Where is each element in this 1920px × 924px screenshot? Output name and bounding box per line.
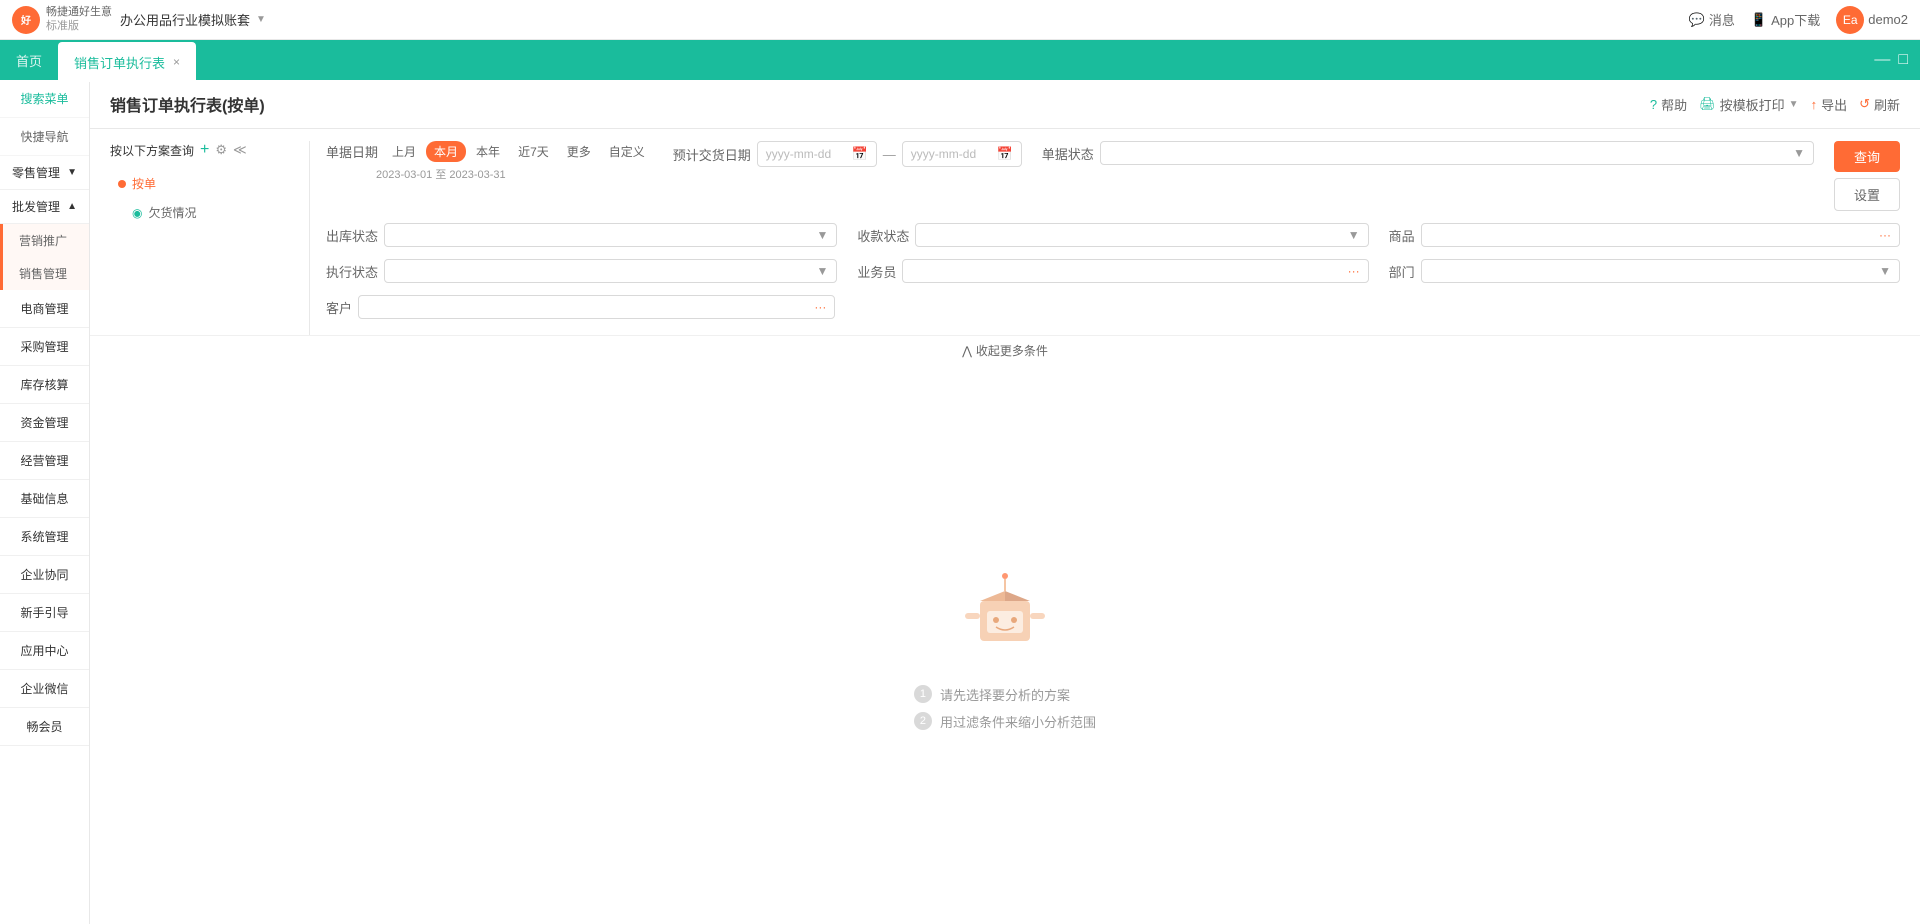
sidebar: 搜索菜单 快捷导航 零售管理 ▼ 批发管理 ▲ 营销推广 销售管理 电商管理 采… <box>0 80 90 924</box>
date-tab-this-year[interactable]: 本年 <box>468 141 508 162</box>
customer-label: 客户 <box>326 298 352 317</box>
help-icon: ? <box>1650 97 1657 112</box>
delivery-status-select[interactable]: ▼ <box>384 223 837 247</box>
scheme-settings-button[interactable]: ⚙ <box>215 142 227 158</box>
goods-label: 商品 <box>1389 226 1415 245</box>
expected-date-to[interactable]: yyyy-mm-dd 📅 <box>902 141 1022 167</box>
tab-home[interactable]: 首页 <box>0 40 58 80</box>
sidebar-wholesale-mgmt[interactable]: 批发管理 ▲ <box>0 190 89 224</box>
salesperson-dots-icon: ··· <box>1348 264 1360 278</box>
salesperson-label: 业务员 <box>857 262 896 281</box>
date-label: 单据日期 <box>326 142 378 161</box>
print-button[interactable]: 🖨 按模板打印 ▼ <box>1699 95 1798 114</box>
department-select[interactable]: ▼ <box>1421 259 1900 283</box>
tab-sales-order[interactable]: 销售订单执行表 × <box>58 42 196 82</box>
refresh-button[interactable]: ↺ 刷新 <box>1859 95 1900 114</box>
date-tab-prev-month[interactable]: 上月 <box>384 141 424 162</box>
print-icon: 🖨 <box>1699 96 1716 112</box>
sidebar-sales-mgmt[interactable]: 销售管理 <box>3 257 89 290</box>
empty-steps: 1 请先选择要分析的方案 2 用过滤条件来缩小分析范围 <box>914 685 1096 731</box>
collapse-filters-button[interactable]: ⋀ 收起更多条件 <box>962 342 1048 359</box>
sidebar-app-center[interactable]: 应用中心 <box>0 632 89 670</box>
payment-status-select[interactable]: ▼ <box>915 223 1368 247</box>
breadcrumb[interactable]: 办公用品行业模拟账套 ▼ <box>120 10 266 29</box>
app-name: 畅捷通好生意 标准版 <box>46 6 112 32</box>
payment-status-label: 收款状态 <box>857 226 909 245</box>
goods-dots-icon: ··· <box>1879 228 1891 242</box>
sidebar-retail-mgmt[interactable]: 零售管理 ▼ <box>0 156 89 190</box>
sidebar-enterprise[interactable]: 企业协同 <box>0 556 89 594</box>
sidebar-operations[interactable]: 经营管理 <box>0 442 89 480</box>
sidebar-inventory[interactable]: 库存核算 <box>0 366 89 404</box>
chevron-down-icon: ▼ <box>1793 146 1805 160</box>
sidebar-purchase[interactable]: 采购管理 <box>0 328 89 366</box>
payment-chevron-icon: ▼ <box>1348 228 1360 242</box>
app-logo: 好 <box>12 6 40 34</box>
refresh-icon: ↺ <box>1859 96 1870 112</box>
help-button[interactable]: ? 帮助 <box>1650 95 1687 114</box>
empty-step-2: 2 用过滤条件来缩小分析范围 <box>914 712 1096 731</box>
order-status-select[interactable]: ▼ <box>1100 141 1814 165</box>
expected-date-label: 预计交货日期 <box>673 145 751 164</box>
tab-minimize-button[interactable]: — <box>1874 51 1890 69</box>
dept-chevron-icon: ▼ <box>1879 264 1891 278</box>
exec-status-select[interactable]: ▼ <box>384 259 837 283</box>
sidebar-wechat[interactable]: 企业微信 <box>0 670 89 708</box>
avatar: Ea <box>1836 6 1864 34</box>
date-tab-more[interactable]: 更多 <box>559 141 599 162</box>
scheme-dot <box>118 180 126 188</box>
sidebar-member[interactable]: 畅会员 <box>0 708 89 746</box>
expected-date-from[interactable]: yyyy-mm-dd 📅 <box>757 141 877 167</box>
export-icon: ↑ <box>1811 97 1818 112</box>
sidebar-basic-info[interactable]: 基础信息 <box>0 480 89 518</box>
sidebar-quick-nav[interactable]: 快捷导航 <box>0 118 89 156</box>
customer-select[interactable]: ··· <box>358 295 835 319</box>
settings-button[interactable]: 设置 <box>1834 178 1900 211</box>
delivery-chevron-icon: ▼ <box>816 228 828 242</box>
sidebar-finance[interactable]: 资金管理 <box>0 404 89 442</box>
export-button[interactable]: ↑ 导出 <box>1811 95 1848 114</box>
add-scheme-button[interactable]: + <box>200 141 209 159</box>
scheme-collapse-button[interactable]: ≪ <box>233 142 247 158</box>
app-download-button[interactable]: 📱 App下载 <box>1751 10 1820 29</box>
scheme-item-shortage[interactable]: ◉ 欠货情况 <box>110 198 297 227</box>
date-tab-this-month[interactable]: 本月 <box>426 141 466 162</box>
user-menu[interactable]: Ea demo2 <box>1836 6 1908 34</box>
tab-close-button[interactable]: × <box>173 55 180 69</box>
date-range-hint: 2023-03-01 至 2023-03-31 <box>326 166 506 182</box>
customer-dots-icon: ··· <box>814 300 826 314</box>
sidebar-newbie[interactable]: 新手引导 <box>0 594 89 632</box>
goods-select[interactable]: ··· <box>1421 223 1900 247</box>
exec-status-label: 执行状态 <box>326 262 378 281</box>
scheme-sub-icon: ◉ <box>132 206 142 220</box>
empty-illustration <box>955 561 1055 661</box>
delivery-status-label: 出库状态 <box>326 226 378 245</box>
sidebar-marketing[interactable]: 营销推广 <box>3 224 89 257</box>
page-title: 销售订单执行表(按单) <box>110 92 265 116</box>
date-tab-custom[interactable]: 自定义 <box>601 141 653 162</box>
empty-step-1: 1 请先选择要分析的方案 <box>914 685 1096 704</box>
tab-maximize-button[interactable]: □ <box>1898 51 1908 69</box>
calendar-to-icon: 📅 <box>997 146 1013 162</box>
scheme-item-by-order[interactable]: 按单 <box>110 169 297 198</box>
salesperson-select[interactable]: ··· <box>902 259 1368 283</box>
date-tab-7days[interactable]: 近7天 <box>510 141 557 162</box>
query-button[interactable]: 查询 <box>1834 141 1900 172</box>
message-icon: 💬 <box>1689 12 1705 28</box>
order-status-label: 单据状态 <box>1042 144 1094 163</box>
sidebar-system[interactable]: 系统管理 <box>0 518 89 556</box>
exec-chevron-icon: ▼ <box>816 264 828 278</box>
empty-state: 1 请先选择要分析的方案 2 用过滤条件来缩小分析范围 <box>90 367 1920 924</box>
sidebar-search[interactable]: 搜索菜单 <box>0 80 89 118</box>
download-icon: 📱 <box>1751 12 1767 28</box>
department-label: 部门 <box>1389 262 1415 281</box>
message-button[interactable]: 💬 消息 <box>1689 10 1735 29</box>
sidebar-ecommerce[interactable]: 电商管理 <box>0 290 89 328</box>
calendar-from-icon: 📅 <box>852 146 868 162</box>
